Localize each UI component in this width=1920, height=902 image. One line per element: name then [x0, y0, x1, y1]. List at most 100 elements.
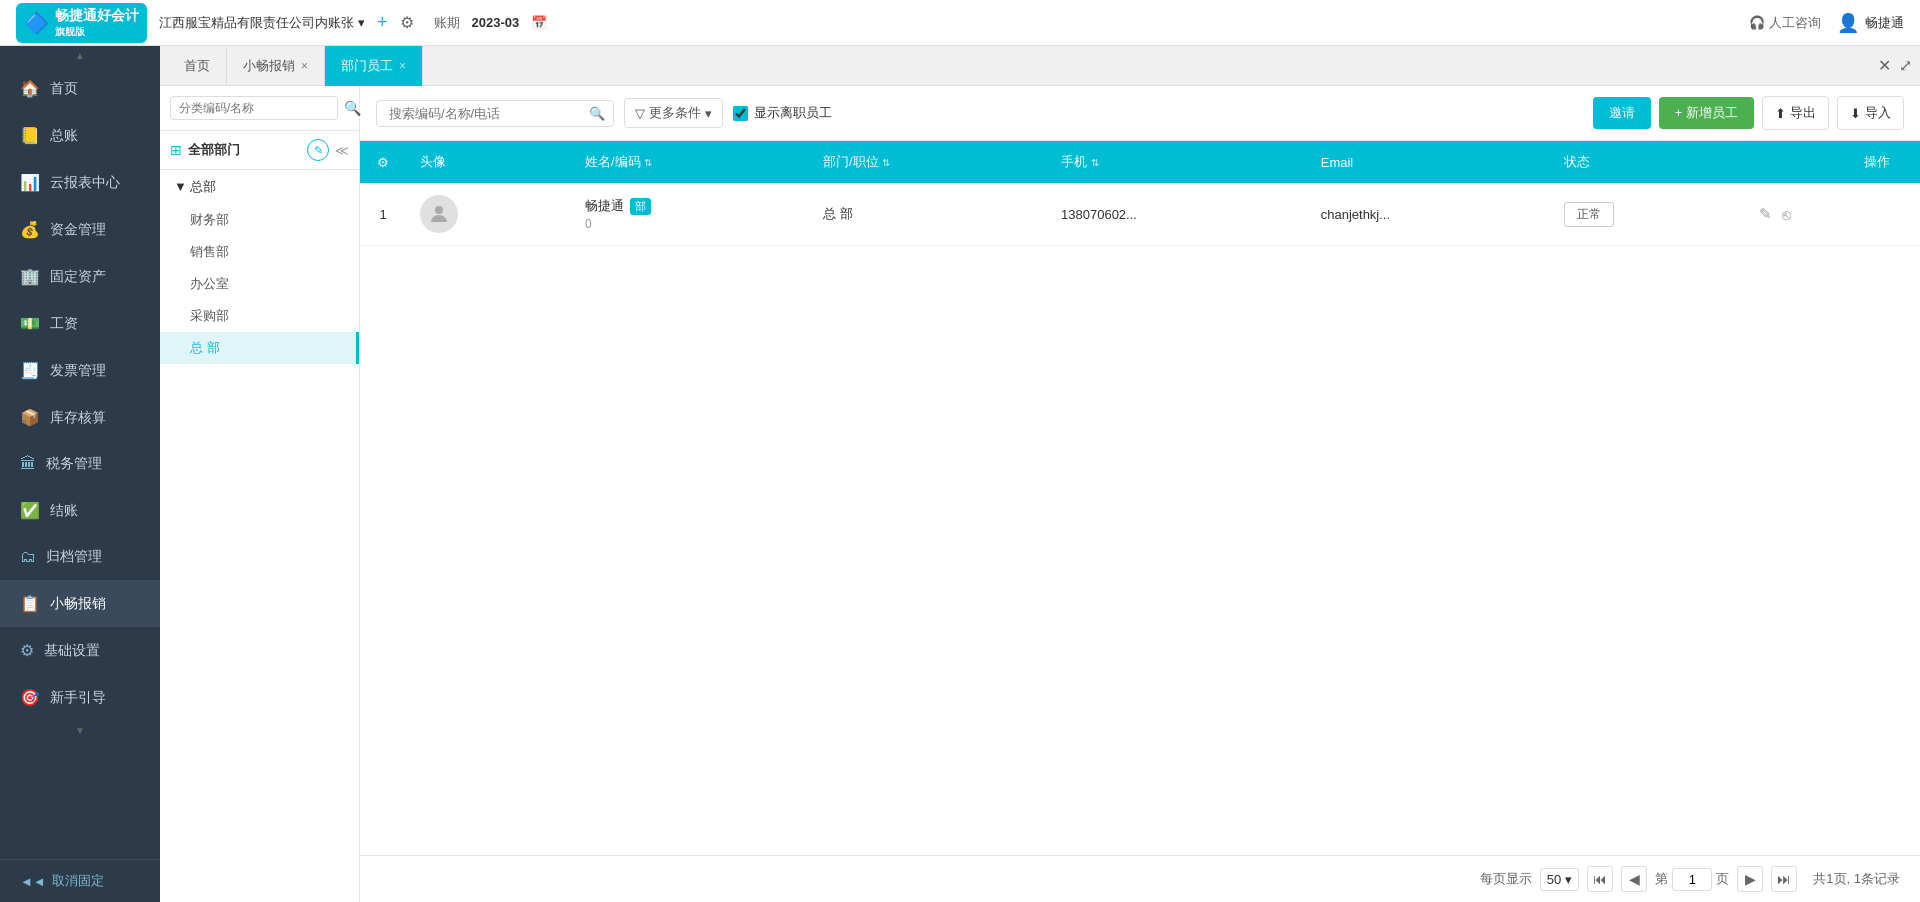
tree-item-finance[interactable]: 财务部: [160, 204, 359, 236]
company-dropdown-icon[interactable]: ▾: [358, 15, 365, 30]
tree-search-icon[interactable]: 🔍: [344, 100, 361, 116]
col-name[interactable]: 姓名/编码 ⇅: [571, 141, 809, 183]
tab-expense-close[interactable]: ×: [301, 59, 308, 73]
salary-icon: 💵: [20, 314, 40, 333]
close-panel-button[interactable]: ✕: [1878, 56, 1891, 75]
add-employee-button[interactable]: + 新增员工: [1659, 97, 1754, 129]
tree-edit-button[interactable]: ✎: [307, 139, 329, 161]
tree-items: ▼ 总部 财务部 销售部 办公室 采购部 总 部: [160, 170, 359, 902]
edit-employee-button[interactable]: ✎: [1759, 205, 1772, 223]
show-resigned-checkbox[interactable]: [733, 106, 748, 121]
employee-code: 0: [585, 217, 795, 231]
sidebar-item-archive[interactable]: 🗂 归档管理: [0, 534, 160, 580]
filter-label: 更多条件: [649, 104, 701, 122]
more-filter-button[interactable]: ▽ 更多条件 ▾: [624, 98, 723, 128]
unpin-label: 取消固定: [52, 872, 104, 890]
employee-name: 畅捷通: [585, 197, 624, 215]
sidebar-item-close[interactable]: ✅ 结账: [0, 487, 160, 534]
support-button[interactable]: 🎧 人工咨询: [1749, 14, 1821, 32]
tab-expense[interactable]: 小畅报销 ×: [227, 46, 325, 86]
sidebar-item-ledger[interactable]: 📒 总账: [0, 112, 160, 159]
company-name: 江西服宝精品有限责任公司内账张: [159, 14, 354, 32]
settings-button[interactable]: ⚙: [400, 13, 414, 32]
sidebar-item-reports[interactable]: 📊 云报表中心: [0, 159, 160, 206]
col-phone[interactable]: 手机 ⇅: [1047, 141, 1307, 183]
employee-avatar: [420, 195, 458, 233]
tax-icon: 🏛: [20, 455, 36, 473]
sidebar-item-funds[interactable]: 💰 资金管理: [0, 206, 160, 253]
funds-icon: 💰: [20, 220, 40, 239]
company-selector[interactable]: 江西服宝精品有限责任公司内账张 ▾: [159, 14, 365, 32]
app-subtitle: 旗舰版: [55, 25, 139, 39]
tree-item-purchase[interactable]: 采购部: [160, 300, 359, 332]
page-number-input[interactable]: [1672, 868, 1712, 891]
col-settings[interactable]: ⚙: [360, 141, 406, 183]
row-dept: 总 部: [809, 183, 1047, 246]
first-page-button[interactable]: ⏮: [1587, 866, 1613, 892]
sidebar-item-tax[interactable]: 🏛 税务管理: [0, 441, 160, 487]
add-tab-button[interactable]: +: [377, 12, 388, 33]
tab-department[interactable]: 部门员工 ×: [325, 46, 423, 86]
employee-search-input[interactable]: [385, 101, 585, 126]
expand-panel-button[interactable]: ⤢: [1899, 56, 1912, 75]
tab-home[interactable]: 首页: [168, 46, 227, 86]
sidebar-item-assets[interactable]: 🏢 固定资产: [0, 253, 160, 300]
per-page-label: 每页显示: [1480, 870, 1532, 888]
col-dept-sort-icon[interactable]: ⇅: [882, 157, 890, 168]
row-email: chanjethkj...: [1307, 183, 1550, 246]
sidebar-item-salary[interactable]: 💵 工资: [0, 300, 160, 347]
tree-group-hq[interactable]: ▼ 总部: [160, 170, 359, 204]
filter-icon: ▽: [635, 106, 645, 121]
sidebar-label-settings: 基础设置: [44, 642, 100, 660]
tree-item-general[interactable]: 总 部: [160, 332, 359, 364]
col-actions: 操作: [1745, 141, 1920, 183]
row-phone: 138070602...: [1047, 183, 1307, 246]
per-page-select[interactable]: 50 ▾: [1540, 868, 1579, 891]
sidebar-item-guide[interactable]: 🎯 新手引导: [0, 674, 160, 721]
col-dept[interactable]: 部门/职位 ⇅: [809, 141, 1047, 183]
tree-search-input[interactable]: [170, 96, 338, 120]
top-bar-right: 🎧 人工咨询 👤 畅捷通: [1749, 12, 1904, 34]
unpin-button[interactable]: ◄◄ 取消固定: [0, 859, 160, 902]
sidebar-item-expense[interactable]: 📋 小畅报销: [0, 580, 160, 627]
sidebar-item-home[interactable]: 🏠 首页: [0, 65, 160, 112]
tree-item-sales[interactable]: 销售部: [160, 236, 359, 268]
guide-icon: 🎯: [20, 688, 40, 707]
col-name-label: 姓名/编码: [585, 154, 641, 169]
tree-group-label: 总部: [190, 179, 216, 194]
sidebar-label-inventory: 库存核算: [50, 409, 106, 427]
calendar-icon[interactable]: 📅: [531, 15, 547, 30]
inventory-icon: 📦: [20, 408, 40, 427]
tree-collapse-button[interactable]: ≪: [335, 143, 349, 158]
last-page-button[interactable]: ⏭: [1771, 866, 1797, 892]
filter-chevron-icon: ▾: [705, 106, 712, 121]
prev-page-button[interactable]: ◀: [1621, 866, 1647, 892]
sidebar-item-invoice[interactable]: 🧾 发票管理: [0, 347, 160, 394]
invite-button[interactable]: 邀请: [1593, 97, 1651, 129]
tree-root-label[interactable]: 全部部门: [188, 141, 301, 159]
col-name-sort-icon[interactable]: ⇅: [644, 157, 652, 168]
employee-table-container: ⚙ 头像 姓名/编码 ⇅ 部门/职位 ⇅: [360, 141, 1920, 855]
support-label: 人工咨询: [1769, 14, 1821, 32]
sidebar-scroll-up[interactable]: ▲: [0, 46, 160, 65]
sidebar-item-inventory[interactable]: 📦 库存核算: [0, 394, 160, 441]
import-button[interactable]: ⬇ 导入: [1837, 96, 1904, 130]
tree-item-office[interactable]: 办公室: [160, 268, 359, 300]
tab-home-label: 首页: [184, 57, 210, 75]
row-index: 1: [360, 183, 406, 246]
next-page-button[interactable]: ▶: [1737, 866, 1763, 892]
delete-employee-button[interactable]: ⎋: [1782, 206, 1791, 223]
export-button[interactable]: ⬆ 导出: [1762, 96, 1829, 130]
user-info[interactable]: 👤 畅捷通: [1837, 12, 1904, 34]
page-input-area: 第 页: [1655, 868, 1729, 891]
sidebar-item-settings[interactable]: ⚙ 基础设置: [0, 627, 160, 674]
sidebar-scroll-down[interactable]: ▼: [0, 721, 160, 740]
employee-search-icon[interactable]: 🔍: [589, 106, 605, 121]
table-settings-icon[interactable]: ⚙: [377, 155, 389, 170]
main-layout: ▲ 🏠 首页 📒 总账 📊 云报表中心 💰 资金管理 🏢 固定资产 💵 工资 🧾…: [0, 46, 1920, 902]
tab-bar: 首页 小畅报销 × 部门员工 × ✕ ⤢: [160, 46, 1920, 86]
page-prefix: 第: [1655, 870, 1668, 888]
tab-department-close[interactable]: ×: [399, 59, 406, 73]
col-phone-sort-icon[interactable]: ⇅: [1091, 157, 1099, 168]
total-records-label: 共1页, 1条记录: [1813, 870, 1900, 888]
